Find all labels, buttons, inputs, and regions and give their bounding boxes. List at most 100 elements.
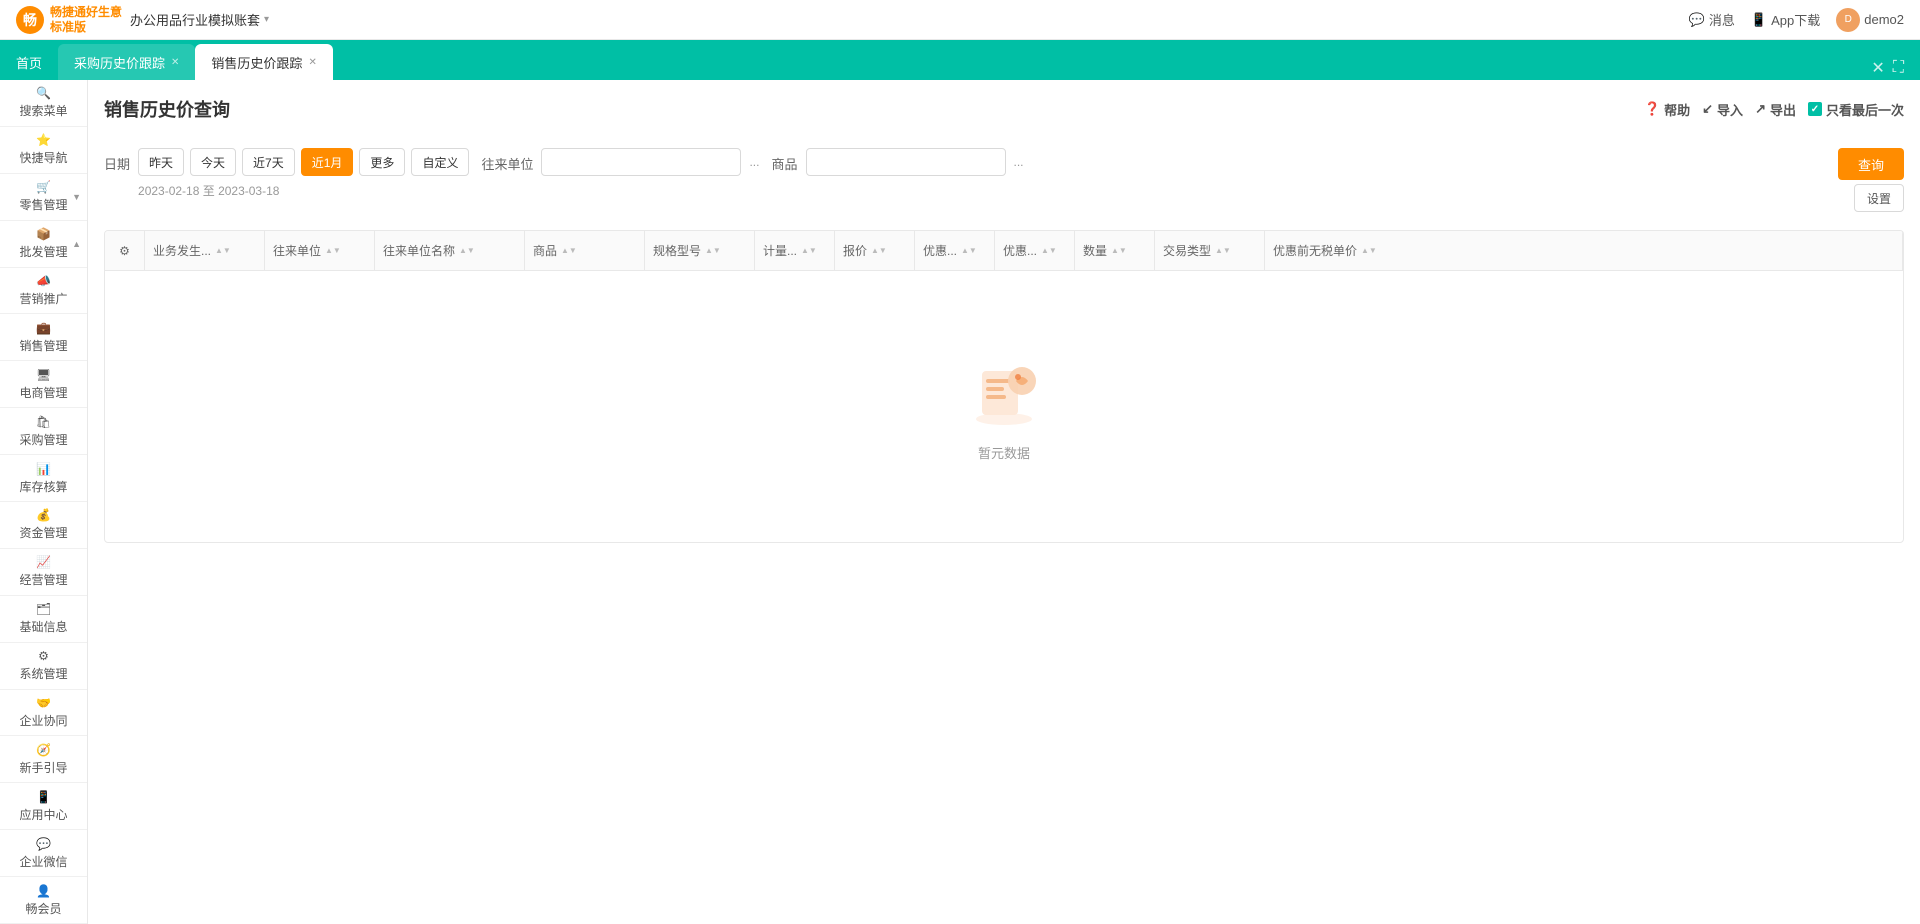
minimize-icon[interactable]: ✕ <box>1871 58 1884 78</box>
expand-icon[interactable]: ⛶ <box>1893 59 1904 77</box>
sidebar-item-operations[interactable]: 📈 经营管理 <box>0 549 87 596</box>
th-settings[interactable]: ⚙ <box>105 231 145 270</box>
tab-purchase-price[interactable]: 采购历史价跟踪 ✕ <box>58 44 195 80</box>
sidebar-inventory-label: 库存核算 <box>19 478 67 495</box>
sidebar-guide-icon: 🧭 <box>36 743 51 757</box>
sort-icon-qty: ▲▼ <box>1111 247 1127 255</box>
sidebar-finance-label: 资金管理 <box>19 524 67 541</box>
tab-sales-price[interactable]: 销售历史价跟踪 ✕ <box>195 44 332 80</box>
yesterday-btn[interactable]: 昨天 <box>138 148 184 176</box>
sort-icon-partner-id: ▲▼ <box>325 247 341 255</box>
sidebar-item-sales[interactable]: 💼 销售管理 <box>0 314 87 361</box>
th-notax[interactable]: 优惠前无税单价 ▲▼ <box>1265 231 1903 270</box>
help-btn[interactable]: ❓ 帮助 <box>1644 100 1690 119</box>
app-selector[interactable]: 办公用品行业模拟账套 ▾ <box>130 10 269 29</box>
tab-sales-close[interactable]: ✕ <box>308 57 316 68</box>
sidebar-app-icon: 📱 <box>36 790 51 804</box>
page-title-bar: 销售历史价查询 ❓ 帮助 ↙ 导入 ↗ 导出 只看最后一次 <box>104 96 1904 122</box>
sidebar-item-marketing[interactable]: 📣 营销推广 <box>0 268 87 315</box>
sidebar: 🔍 搜索菜单 ⭐ 快捷导航 🛒 零售管理 ▼ 📦 批发管理 ▲ 📣 营销推广 💼… <box>0 80 88 924</box>
app-download-btn[interactable]: 📱 App下载 <box>1751 10 1820 29</box>
avatar: D <box>1836 8 1860 32</box>
sidebar-item-ecommerce[interactable]: 🖥 电商管理 <box>0 361 87 408</box>
sidebar-item-enterprise[interactable]: 🤝 企业协同 <box>0 690 87 737</box>
sidebar-item-guide[interactable]: 🧭 新手引导 <box>0 736 87 783</box>
th-price-label: 报价 <box>843 242 867 259</box>
help-icon: ❓ <box>1644 101 1660 117</box>
sidebar-enterprise-icon: 🤝 <box>36 696 51 710</box>
sidebar-item-member[interactable]: 👤 畅会员 <box>0 877 87 924</box>
th-partner-name[interactable]: 往来单位名称 ▲▼ <box>375 231 525 270</box>
sort-icon-goods: ▲▼ <box>561 247 577 255</box>
filter-bar: 日期 昨天 今天 近7天 近1月 更多 自定义 2023-02-18 至 202… <box>104 138 1904 222</box>
th-partner-id[interactable]: 往来单位 ▲▼ <box>265 231 375 270</box>
setting-btn[interactable]: 设置 <box>1854 184 1904 212</box>
export-btn[interactable]: ↗ 导出 <box>1755 100 1796 119</box>
last1month-btn[interactable]: 近1月 <box>301 148 354 176</box>
empty-text: 暂元数据 <box>978 443 1030 462</box>
import-icon: ↙ <box>1702 101 1713 117</box>
top-bar-right: 💬 消息 📱 App下载 D demo2 <box>1689 8 1904 32</box>
partner-input[interactable] <box>541 148 741 176</box>
table-header: ⚙ 业务发生... ▲▼ 往来单位 ▲▼ 往来单位名称 ▲▼ 商品 ▲▼ <box>105 231 1903 271</box>
date-btns: 昨天 今天 近7天 近1月 更多 自定义 <box>138 148 469 176</box>
sort-icon-date: ▲▼ <box>215 247 231 255</box>
th-goods[interactable]: 商品 ▲▼ <box>525 231 645 270</box>
th-discount2-label: 优惠... <box>1003 242 1037 259</box>
sidebar-sales-label: 销售管理 <box>19 337 67 354</box>
main-layout: 🔍 搜索菜单 ⭐ 快捷导航 🛒 零售管理 ▼ 📦 批发管理 ▲ 📣 营销推广 💼… <box>0 80 1920 924</box>
tab-sales-label: 销售历史价跟踪 <box>211 53 302 72</box>
sidebar-item-wholesale[interactable]: 📦 批发管理 ▲ <box>0 221 87 268</box>
sidebar-item-quick-nav[interactable]: ⭐ 快捷导航 <box>0 127 87 174</box>
sort-icon-notax: ▲▼ <box>1361 247 1377 255</box>
message-btn[interactable]: 💬 消息 <box>1689 10 1735 29</box>
sidebar-search-label: 搜索菜单 <box>19 102 67 119</box>
th-trade[interactable]: 交易类型 ▲▼ <box>1155 231 1265 270</box>
data-table: ⚙ 业务发生... ▲▼ 往来单位 ▲▼ 往来单位名称 ▲▼ 商品 ▲▼ <box>104 230 1904 543</box>
sidebar-item-app-center[interactable]: 📱 应用中心 <box>0 783 87 830</box>
sort-icon-spec: ▲▼ <box>705 247 721 255</box>
sidebar-item-system[interactable]: ⚙ 系统管理 <box>0 643 87 690</box>
sort-icon-price: ▲▼ <box>871 247 887 255</box>
username: demo2 <box>1864 12 1904 27</box>
logo-symbol: 畅 <box>23 10 37 30</box>
only-last-checkbox[interactable]: 只看最后一次 <box>1808 100 1904 119</box>
sidebar-item-purchase[interactable]: 🛍 采购管理 <box>0 408 87 455</box>
th-spec[interactable]: 规格型号 ▲▼ <box>645 231 755 270</box>
th-discount2[interactable]: 优惠... ▲▼ <box>995 231 1075 270</box>
import-btn[interactable]: ↙ 导入 <box>1702 100 1743 119</box>
date-range: 2023-02-18 至 2023-03-18 <box>138 182 469 199</box>
export-label: 导出 <box>1770 100 1796 119</box>
more-btn[interactable]: 更多 <box>359 148 405 176</box>
only-last-label: 只看最后一次 <box>1826 100 1904 119</box>
dropdown-arrow: ▾ <box>264 14 269 25</box>
sidebar-item-finance[interactable]: 💰 资金管理 <box>0 502 87 549</box>
sidebar-sales-icon: 💼 <box>36 321 51 335</box>
tab-home[interactable]: 首页 <box>0 44 58 80</box>
today-btn[interactable]: 今天 <box>190 148 236 176</box>
sidebar-system-label: 系统管理 <box>19 665 67 682</box>
import-label: 导入 <box>1717 100 1743 119</box>
last7days-btn[interactable]: 近7天 <box>242 148 295 176</box>
th-discount1[interactable]: 优惠... ▲▼ <box>915 231 995 270</box>
th-date[interactable]: 业务发生... ▲▼ <box>145 231 265 270</box>
sidebar-item-retail[interactable]: 🛒 零售管理 ▼ <box>0 174 87 221</box>
sidebar-app-label: 应用中心 <box>19 806 67 823</box>
partner-input-group: ... <box>541 148 759 176</box>
sidebar-item-search-menu[interactable]: 🔍 搜索菜单 <box>0 80 87 127</box>
empty-state: 暂元数据 <box>105 271 1903 542</box>
th-unit[interactable]: 计量... ▲▼ <box>755 231 835 270</box>
query-btn[interactable]: 查询 <box>1838 148 1904 180</box>
goods-input[interactable] <box>806 148 1006 176</box>
custom-btn[interactable]: 自定义 <box>411 148 469 176</box>
sidebar-item-basic-info[interactable]: 🗂 基础信息 <box>0 596 87 643</box>
tab-purchase-close[interactable]: ✕ <box>171 57 179 68</box>
user-area[interactable]: D demo2 <box>1836 8 1904 32</box>
th-price[interactable]: 报价 ▲▼ <box>835 231 915 270</box>
sidebar-marketing-label: 营销推广 <box>19 290 67 307</box>
th-qty[interactable]: 数量 ▲▼ <box>1075 231 1155 270</box>
sidebar-item-wechat[interactable]: 💬 企业微信 <box>0 830 87 877</box>
th-partner-name-label: 往来单位名称 <box>383 242 455 259</box>
app-name: 办公用品行业模拟账套 <box>130 10 260 29</box>
sidebar-item-inventory[interactable]: 📊 库存核算 <box>0 455 87 502</box>
